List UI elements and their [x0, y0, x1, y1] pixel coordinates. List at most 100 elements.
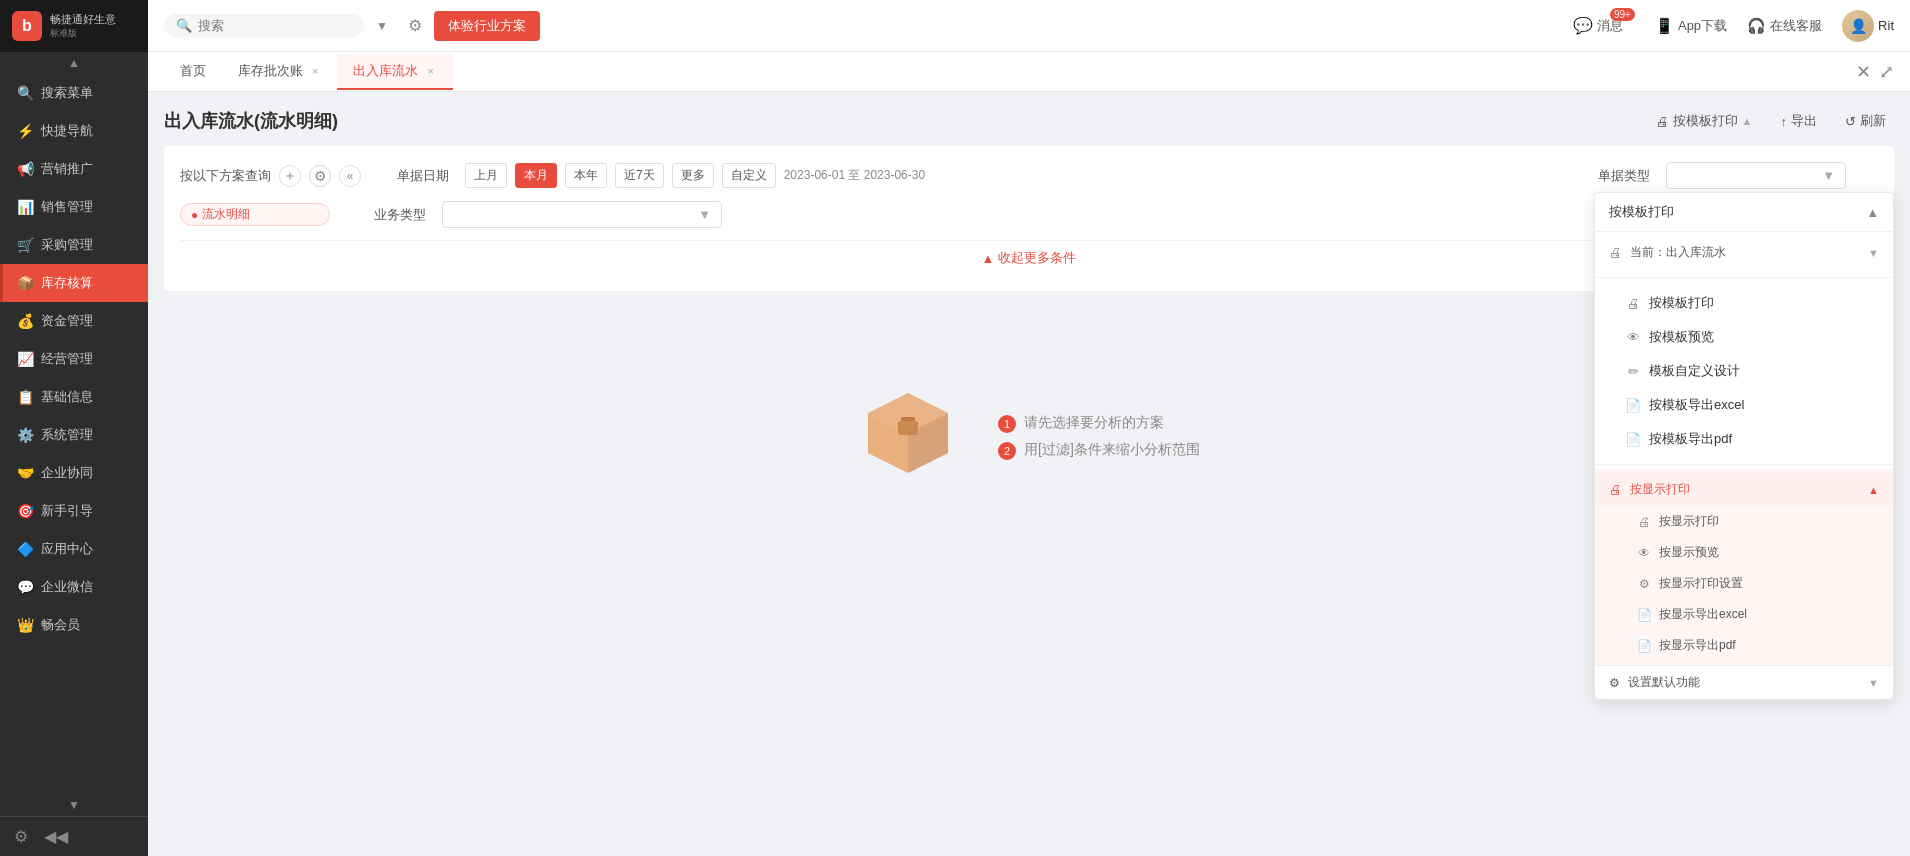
- dropdown-template-preview[interactable]: 👁 按模板预览: [1595, 320, 1893, 354]
- sidebar-bottom: ⚙ ◀◀: [0, 816, 148, 856]
- step-1-text: 请先选择要分析的方案: [1024, 414, 1164, 432]
- sidebar-item-guide[interactable]: 🎯 新手引导: [0, 492, 148, 530]
- dropdown-template-excel[interactable]: 📄 按模板导出excel: [1595, 388, 1893, 422]
- date-filter-label: 单据日期: [397, 167, 457, 185]
- search-dropdown-arrow[interactable]: ▼: [376, 19, 388, 33]
- sidebar-item-finance[interactable]: 💰 资金管理: [0, 302, 148, 340]
- scroll-up-arrow[interactable]: ▲: [0, 52, 148, 74]
- close-inout-flow-tab[interactable]: ×: [424, 64, 436, 78]
- sidebar-item-label: 系统管理: [41, 426, 93, 444]
- sidebar-item-shortcut[interactable]: ⚡ 快捷导航: [0, 112, 148, 150]
- filter-row-header: 按以下方案查询 ＋ ⚙ « 单据日期 上月 本月 本年 近7天 更多 自定义 2…: [180, 162, 1878, 189]
- sidebar-item-appcenter[interactable]: 🔷 应用中心: [0, 530, 148, 568]
- active-filter-tag[interactable]: ● 流水明细: [180, 203, 330, 226]
- headset-icon: 🎧: [1747, 17, 1766, 35]
- dropdown-display-settings[interactable]: ⚙ 按显示打印设置: [1595, 568, 1893, 599]
- sidebar-item-purchase[interactable]: 🛒 采购管理: [0, 226, 148, 264]
- display-printer-icon: 🖨: [1637, 515, 1651, 529]
- more-dates-btn[interactable]: 更多: [672, 163, 714, 188]
- sidebar-item-member[interactable]: 👑 畅会员: [0, 606, 148, 644]
- app-badge: 标准版: [50, 27, 116, 40]
- app-download-button[interactable]: 📱 App下载: [1655, 17, 1727, 35]
- megaphone-icon: 📢: [17, 161, 33, 177]
- close-inventory-batch-tab[interactable]: ×: [309, 64, 321, 78]
- refresh-label: 刷新: [1860, 112, 1886, 130]
- date-filter-controls: 上月 本月 本年 近7天 更多 自定义 2023-06-01 至 2023-06…: [465, 163, 925, 188]
- last-month-btn[interactable]: 上月: [465, 163, 507, 188]
- search-icon: 🔍: [176, 18, 192, 33]
- dropdown-template-excel-label: 按模板导出excel: [1649, 396, 1744, 414]
- svg-rect-5: [901, 417, 915, 421]
- chart-icon: 📊: [17, 199, 33, 215]
- dropdown-footer[interactable]: ⚙ 设置默认功能 ▼: [1595, 665, 1893, 699]
- export-button[interactable]: ↑ 导出: [1773, 108, 1826, 134]
- sidebar-item-label: 经营管理: [41, 350, 93, 368]
- search-input[interactable]: [198, 18, 338, 33]
- pdf-icon: 📄: [1625, 431, 1641, 447]
- sidebar-item-sales[interactable]: 📊 销售管理: [0, 188, 148, 226]
- close-window-button[interactable]: ✕: [1856, 61, 1871, 83]
- tab-home[interactable]: 首页: [164, 54, 222, 90]
- main-area: 🔍 ▼ ⚙ 体验行业方案 💬 消息 99+ 📱 App下载 🎧 在线客服 👤: [148, 0, 1910, 856]
- dropdown-current-header[interactable]: 🖨 当前：出入库流水 ▼: [1595, 236, 1893, 269]
- filter-settings-button[interactable]: ⚙: [309, 165, 331, 187]
- dropdown-display-print[interactable]: 🖨 按显示打印: [1595, 506, 1893, 537]
- tab-inout-flow[interactable]: 出入库流水 ×: [337, 54, 452, 90]
- customer-service-label: 在线客服: [1770, 17, 1822, 35]
- page-header: 出入库流水(流水明细) 🖨 按模板打印 ▲ ↑ 导出 ↺ 刷新: [164, 108, 1894, 134]
- custom-date-btn[interactable]: 自定义: [722, 163, 776, 188]
- type-filter-select[interactable]: ▼: [1666, 162, 1846, 189]
- step-1-num: 1: [998, 415, 1016, 433]
- filter-controls-row: 按以下方案查询 ＋ ⚙ «: [180, 165, 361, 187]
- industry-solution-button[interactable]: 体验行业方案: [434, 11, 540, 41]
- app-icon: 🔷: [17, 541, 33, 557]
- last-7-days-btn[interactable]: 近7天: [615, 163, 664, 188]
- dropdown-template-custom[interactable]: ✏ 模板自定义设计: [1595, 354, 1893, 388]
- refresh-button[interactable]: ↺ 刷新: [1837, 108, 1894, 134]
- display-excel-icon: 📄: [1637, 608, 1651, 622]
- sidebar-item-search[interactable]: 🔍 搜索菜单: [0, 74, 148, 112]
- dropdown-display-preview[interactable]: 👁 按显示预览: [1595, 537, 1893, 568]
- sidebar-item-marketing[interactable]: 📢 营销推广: [0, 150, 148, 188]
- sidebar-item-label: 资金管理: [41, 312, 93, 330]
- sidebar-item-basic[interactable]: 📋 基础信息: [0, 378, 148, 416]
- tab-inventory-batch[interactable]: 库存批次账 ×: [222, 54, 337, 90]
- user-profile[interactable]: 👤 Rit: [1842, 10, 1894, 42]
- sidebar-item-operation[interactable]: 📈 经营管理: [0, 340, 148, 378]
- search-box[interactable]: 🔍: [164, 14, 364, 37]
- scroll-down-arrow[interactable]: ▼: [0, 794, 148, 816]
- dropdown-display-excel[interactable]: 📄 按显示导出excel: [1595, 599, 1893, 630]
- dropdown-current-section: 🖨 当前：出入库流水 ▼: [1595, 232, 1893, 273]
- this-month-btn[interactable]: 本月: [515, 163, 557, 188]
- print-template-button[interactable]: 🖨 按模板打印 ▲: [1648, 108, 1761, 134]
- dropdown-divider-2: [1595, 464, 1893, 465]
- biz-type-select[interactable]: ▼: [442, 201, 722, 228]
- filter-add-button[interactable]: ＋: [279, 165, 301, 187]
- excel-icon: 📄: [1625, 397, 1641, 413]
- customer-service-button[interactable]: 🎧 在线客服: [1747, 17, 1822, 35]
- message-button[interactable]: 💬 消息 99+: [1573, 16, 1623, 35]
- biz-type-label: 业务类型: [374, 206, 434, 224]
- gear-icon[interactable]: ⚙: [408, 16, 422, 35]
- filter-section-title: 按以下方案查询: [180, 167, 271, 185]
- dropdown-display-header[interactable]: 🖨 按显示打印 ▲: [1595, 473, 1893, 506]
- dropdown-template-print[interactable]: 🖨 按模板打印: [1595, 286, 1893, 320]
- settings-bottom-icon[interactable]: ⚙: [14, 827, 28, 846]
- sidebar-item-system[interactable]: ⚙️ 系统管理: [0, 416, 148, 454]
- tag-icon: ●: [191, 208, 198, 222]
- type-filter-label: 单据类型: [1598, 167, 1658, 185]
- collapse-icon[interactable]: ◀◀: [44, 827, 68, 846]
- maximize-window-button[interactable]: ⤢: [1879, 61, 1894, 83]
- sidebar-item-label: 营销推广: [41, 160, 93, 178]
- dropdown-close-chevron[interactable]: ▲: [1866, 205, 1879, 220]
- dropdown-template-pdf[interactable]: 📄 按模板导出pdf: [1595, 422, 1893, 456]
- sidebar-item-wechat[interactable]: 💬 企业微信: [0, 568, 148, 606]
- this-year-btn[interactable]: 本年: [565, 163, 607, 188]
- filter-collapse-btn[interactable]: «: [339, 165, 361, 187]
- clipboard-icon: 📋: [17, 389, 33, 405]
- print-chevron-up: ▲: [1742, 115, 1753, 127]
- sidebar-item-collab[interactable]: 🤝 企业协同: [0, 454, 148, 492]
- dropdown-display-pdf[interactable]: 📄 按显示导出pdf: [1595, 630, 1893, 661]
- settings-icon: ⚙️: [17, 427, 33, 443]
- sidebar-item-inventory[interactable]: 📦 库存核算: [0, 264, 148, 302]
